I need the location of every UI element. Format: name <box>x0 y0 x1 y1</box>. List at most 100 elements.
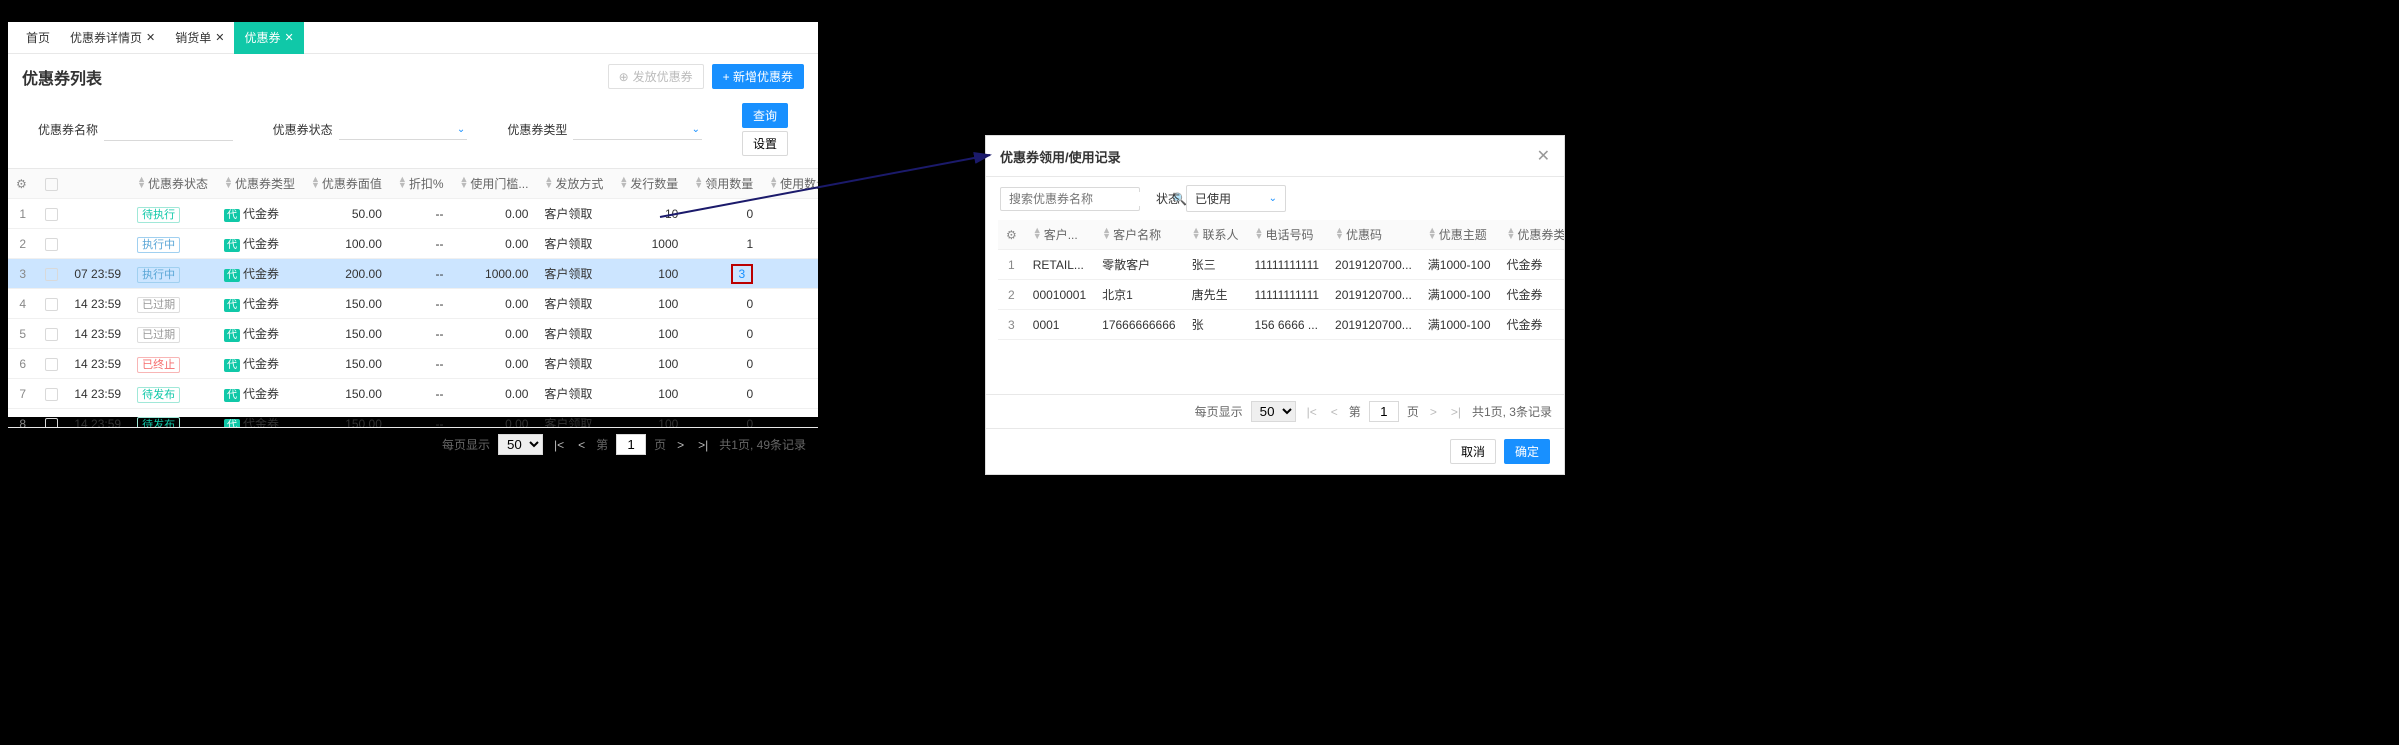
last-page-button[interactable]: >| <box>695 438 711 452</box>
sort-icon[interactable] <box>1102 226 1111 240</box>
sort-icon[interactable] <box>459 175 468 189</box>
status-select[interactable]: 已使用 ⌄ <box>1186 185 1286 212</box>
close-icon[interactable]: ✕ <box>1537 146 1550 166</box>
sort-icon[interactable] <box>224 175 233 189</box>
checkbox-all[interactable] <box>45 178 58 191</box>
table-row[interactable]: 614 23:59已终止代代金券150.00--0.00客户领取10000↗▦ <box>8 349 818 379</box>
checkbox[interactable] <box>45 268 58 281</box>
sort-icon[interactable] <box>619 175 628 189</box>
gear-icon[interactable]: ⚙ <box>1006 228 1017 242</box>
cell-check[interactable] <box>37 229 66 259</box>
checkbox[interactable] <box>45 298 58 311</box>
m-col-header[interactable]: 电话号码 <box>1247 220 1328 250</box>
cancel-button[interactable]: 取消 <box>1450 439 1496 464</box>
search-input[interactable] <box>1009 192 1164 206</box>
m-col-header[interactable]: 客户... <box>1025 220 1094 250</box>
close-icon[interactable]: ✕ <box>285 22 294 54</box>
sort-icon[interactable] <box>1033 226 1042 240</box>
cell-check[interactable] <box>37 259 66 289</box>
close-icon[interactable]: ✕ <box>215 22 224 54</box>
m-col-header[interactable]: 联系人 <box>1184 220 1247 250</box>
cell-take[interactable]: 3 <box>686 259 761 289</box>
table-scroll[interactable]: ⚙ 优惠券状态优惠券类型优惠券面值折扣%使用门槛...发放方式发行数量领用数量使用… <box>8 169 818 427</box>
table-row[interactable]: 2执行中代代金券100.00--0.00客户领取100010↗▦ <box>8 229 818 259</box>
checkbox[interactable] <box>45 418 58 427</box>
m-col-header[interactable]: ⚙ <box>998 220 1025 250</box>
m-col-header[interactable]: 优惠主题 <box>1420 220 1499 250</box>
table-row[interactable]: 307 23:59执行中代代金券200.00--1000.00客户领取10031… <box>8 259 818 289</box>
filter-status-select[interactable]: ⌄ <box>339 120 468 140</box>
cell-check[interactable] <box>37 289 66 319</box>
sort-icon[interactable] <box>1255 226 1264 240</box>
checkbox[interactable] <box>45 388 58 401</box>
cell-check[interactable] <box>37 199 66 229</box>
gear-icon[interactable]: ⚙ <box>16 177 27 191</box>
cell-check[interactable] <box>37 319 66 349</box>
col-header[interactable]: 优惠券状态 <box>129 169 216 199</box>
m-col-header[interactable]: 优惠券类 <box>1499 220 1565 250</box>
m-per-select[interactable]: 50 <box>1251 401 1296 422</box>
sort-icon[interactable] <box>1428 226 1437 240</box>
sort-icon[interactable] <box>1507 226 1516 240</box>
filter-type-select[interactable]: ⌄ <box>573 120 702 140</box>
add-coupon-button[interactable]: + 新增优惠券 <box>712 64 804 89</box>
cell-check[interactable] <box>37 379 66 409</box>
col-header[interactable]: 发放方式 <box>536 169 611 199</box>
checkbox[interactable] <box>45 208 58 221</box>
sort-icon[interactable] <box>137 175 146 189</box>
sort-icon[interactable] <box>694 175 703 189</box>
cell-check[interactable] <box>37 409 66 428</box>
col-header[interactable]: 优惠券面值 <box>303 169 390 199</box>
col-header[interactable]: 使用门槛... <box>451 169 536 199</box>
next-page-button[interactable]: > <box>674 438 687 452</box>
tab-首页[interactable]: 首页 <box>16 22 60 54</box>
table-row[interactable]: 514 23:59已过期代代金券150.00--0.00客户领取10000↗▦ <box>8 319 818 349</box>
table-row[interactable]: 814 23:59待发布代代金券150.00--0.00客户领取10000↗▦ <box>8 409 818 428</box>
tab-优惠券[interactable]: 优惠券✕ <box>234 22 303 54</box>
checkbox[interactable] <box>45 328 58 341</box>
per-page-select[interactable]: 50 <box>498 434 543 455</box>
table-row[interactable]: 1待执行代代金券50.00--0.00客户领取1000↗▦ <box>8 199 818 229</box>
m-prev-page[interactable]: < <box>1328 405 1341 419</box>
usage-row[interactable]: 1RETAIL...零散客户张三111111111112019120700...… <box>998 250 1564 280</box>
usage-row[interactable]: 200010001北京1唐先生111111111112019120700...满… <box>998 280 1564 310</box>
m-page-input[interactable] <box>1369 401 1399 422</box>
sort-icon[interactable] <box>1192 226 1201 240</box>
sort-icon[interactable] <box>1335 226 1344 240</box>
tab-销货单[interactable]: 销货单✕ <box>165 22 234 54</box>
issue-coupon-button[interactable]: ⊕ 发放优惠券 <box>608 64 704 89</box>
tab-优惠券详情页[interactable]: 优惠券详情页✕ <box>60 22 165 54</box>
col-header[interactable]: 领用数量 <box>686 169 761 199</box>
col-header[interactable] <box>37 169 66 199</box>
modal-table-wrap[interactable]: ⚙ 客户...客户名称联系人电话号码优惠码优惠主题优惠券类 1RETAIL...零… <box>986 220 1564 394</box>
m-col-header[interactable]: 优惠码 <box>1327 220 1420 250</box>
m-col-header[interactable]: 客户名称 <box>1094 220 1183 250</box>
table-row[interactable]: 414 23:59已过期代代金券150.00--0.00客户领取10000↗▦ <box>8 289 818 319</box>
cell-check[interactable] <box>37 349 66 379</box>
checkbox[interactable] <box>45 358 58 371</box>
sort-icon[interactable] <box>769 175 778 189</box>
table-row[interactable]: 714 23:59待发布代代金券150.00--0.00客户领取10000↗▦ <box>8 379 818 409</box>
m-next-page[interactable]: > <box>1427 405 1440 419</box>
col-header[interactable]: ⚙ <box>8 169 37 199</box>
prev-page-button[interactable]: < <box>575 438 588 452</box>
sort-icon[interactable] <box>544 175 553 189</box>
checkbox[interactable] <box>45 238 58 251</box>
filter-name-input[interactable] <box>104 118 233 141</box>
query-button[interactable]: 查询 <box>742 103 788 128</box>
usage-row[interactable]: 3000117666666666张156 6666 ...2019120700.… <box>998 310 1564 340</box>
settings-button[interactable]: 设置 <box>742 131 788 156</box>
first-page-button[interactable]: |< <box>551 438 567 452</box>
col-header[interactable]: 发行数量 <box>611 169 686 199</box>
ok-button[interactable]: 确定 <box>1504 439 1550 464</box>
sort-icon[interactable] <box>311 175 320 189</box>
close-icon[interactable]: ✕ <box>146 22 155 54</box>
m-last-page[interactable]: >| <box>1448 405 1464 419</box>
col-header[interactable] <box>66 169 129 199</box>
col-header[interactable]: 使用数量 <box>761 169 818 199</box>
m-first-page[interactable]: |< <box>1304 405 1320 419</box>
col-header[interactable]: 优惠券类型 <box>216 169 303 199</box>
sort-icon[interactable] <box>398 175 407 189</box>
col-header[interactable]: 折扣% <box>390 169 452 199</box>
page-input[interactable] <box>616 434 646 455</box>
